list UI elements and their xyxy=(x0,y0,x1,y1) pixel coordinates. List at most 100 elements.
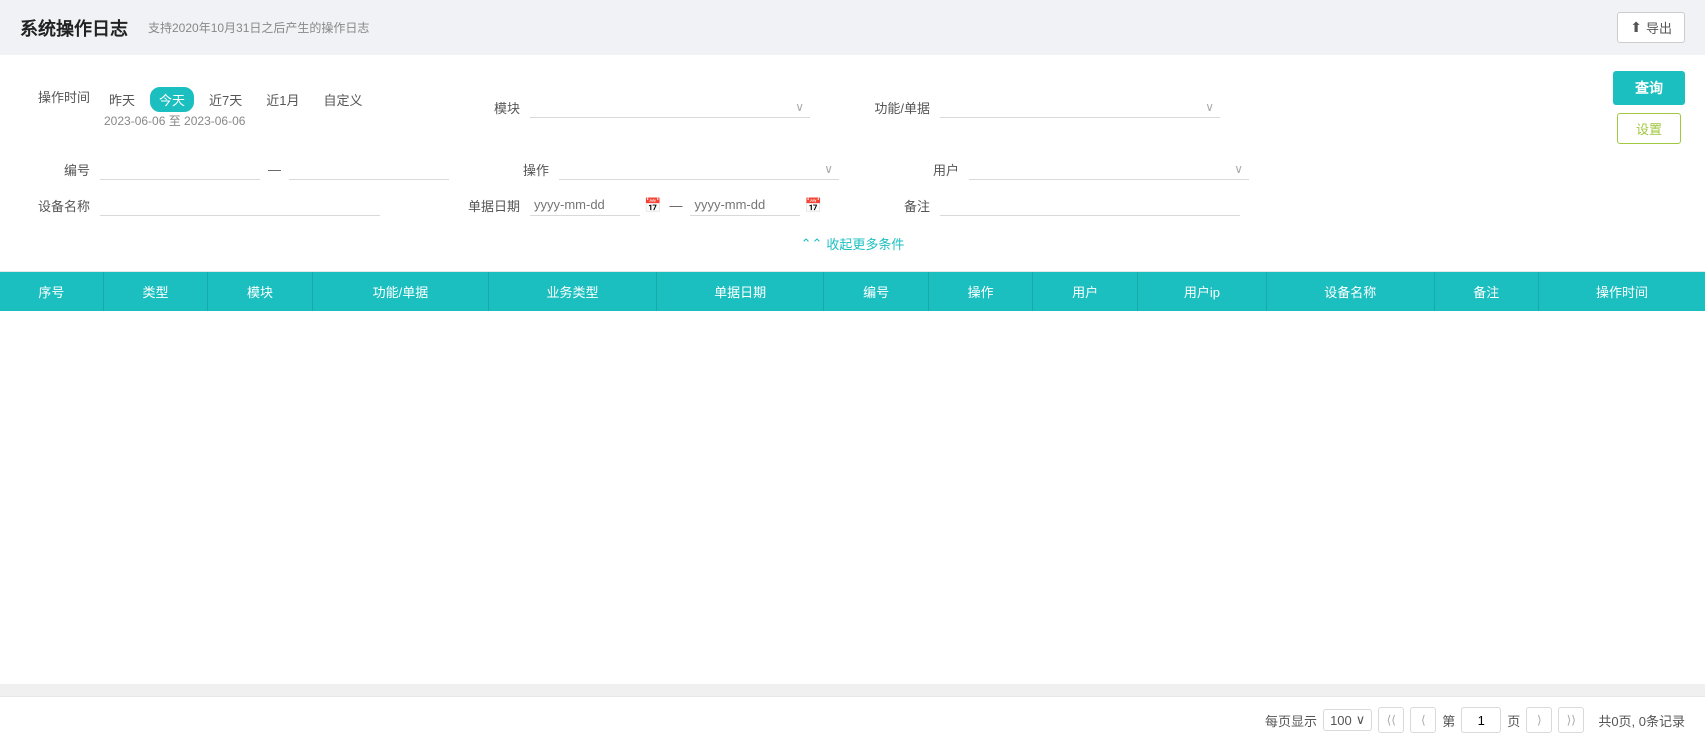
module-label: 模块 xyxy=(450,98,520,117)
time-options-block: 昨天 今天 近7天 近1月 自定义 2023-06-06 至 2023-06-0… xyxy=(100,87,372,129)
horizontal-scrollbar[interactable] xyxy=(0,684,1705,696)
page-size-dropdown[interactable]: 100 ∨ xyxy=(1323,709,1372,731)
time-btn-custom[interactable]: 自定义 xyxy=(315,87,372,112)
last-page-icon: ⟩⟩ xyxy=(1567,713,1576,727)
remark-input[interactable] xyxy=(940,194,1240,216)
filter-row-2: 编号 — 操作 ∨ 用户 ∨ xyxy=(20,158,1685,180)
module-select[interactable]: ∨ xyxy=(530,97,810,118)
device-input[interactable] xyxy=(100,194,380,216)
device-filter: 设备名称 xyxy=(20,194,420,216)
table-header: 序号 类型 模块 功能/单据 业务类型 单据日期 编号 操作 用户 用户ip 设… xyxy=(0,272,1705,311)
number-filter: 编号 — xyxy=(20,158,449,180)
user-select[interactable]: ∨ xyxy=(969,159,1249,180)
first-page-icon: ⟨⟨ xyxy=(1387,713,1396,727)
collapse-label: 收起更多条件 xyxy=(826,234,904,253)
function-filter: 功能/单据 ∨ xyxy=(860,97,1593,118)
date-dash: — xyxy=(669,198,682,213)
date-end-input[interactable] xyxy=(690,194,800,216)
page-subtitle: 支持2020年10月31日之后产生的操作日志 xyxy=(148,19,369,36)
filter-row-1: 操作时间 昨天 今天 近7天 近1月 自定义 2023-06-06 至 2023… xyxy=(20,71,1685,144)
time-options-row: 昨天 今天 近7天 近1月 自定义 xyxy=(100,87,372,112)
page-number-input[interactable] xyxy=(1461,707,1501,733)
time-filter-block: 操作时间 昨天 今天 近7天 近1月 自定义 2023-06-06 至 2023… xyxy=(20,87,420,129)
empty-area xyxy=(0,311,1705,611)
user-chevron-icon: ∨ xyxy=(1234,162,1243,176)
device-label: 设备名称 xyxy=(20,196,90,215)
next-page-button[interactable]: ⟩ xyxy=(1526,707,1552,733)
col-function: 功能/单据 xyxy=(312,272,488,311)
last-page-button[interactable]: ⟩⟩ xyxy=(1558,707,1584,733)
operation-label: 操作 xyxy=(479,160,549,179)
operation-time-label: 操作时间 xyxy=(20,87,90,106)
page-prefix: 第 xyxy=(1442,711,1455,730)
col-business-type: 业务类型 xyxy=(489,272,657,311)
header-left: 系统操作日志 支持2020年10月31日之后产生的操作日志 xyxy=(20,15,369,41)
export-button[interactable]: ⬆ 导出 xyxy=(1617,12,1685,43)
pagination-bar: 每页显示 100 ∨ ⟨⟨ ⟨ 第 页 ⟩ ⟩⟩ 共0页, 0条记录 xyxy=(0,696,1705,743)
col-op-time: 操作时间 xyxy=(1539,272,1705,311)
data-table: 序号 类型 模块 功能/单据 业务类型 单据日期 编号 操作 用户 用户ip 设… xyxy=(0,272,1705,311)
time-btn-7days[interactable]: 近7天 xyxy=(200,87,251,112)
number-dash: — xyxy=(268,162,281,177)
total-info: 共0页, 0条记录 xyxy=(1598,711,1685,730)
operation-chevron-icon: ∨ xyxy=(824,162,833,176)
operation-filter: 操作 ∨ xyxy=(479,159,859,180)
scrollbar-inner xyxy=(0,684,1600,685)
prev-page-icon: ⟨ xyxy=(1421,713,1426,727)
user-filter: 用户 ∨ xyxy=(889,159,1525,180)
collapse-button[interactable]: ⌃⌃ 收起更多条件 xyxy=(801,234,905,253)
next-page-icon: ⟩ xyxy=(1537,713,1542,727)
prev-page-button[interactable]: ⟨ xyxy=(1410,707,1436,733)
page-size-chevron: ∨ xyxy=(1356,712,1366,728)
number-input-end[interactable] xyxy=(289,158,449,180)
calendar-icon-1[interactable]: 📅 xyxy=(644,197,661,214)
time-btn-yesterday[interactable]: 昨天 xyxy=(100,87,144,112)
filter-area: 操作时间 昨天 今天 近7天 近1月 自定义 2023-06-06 至 2023… xyxy=(0,55,1705,272)
col-user-ip: 用户ip xyxy=(1137,272,1266,311)
col-operation: 操作 xyxy=(928,272,1032,311)
export-label: 导出 xyxy=(1646,18,1672,37)
collapse-row: ⌃⌃ 收起更多条件 xyxy=(20,230,1685,261)
remark-filter: 备注 xyxy=(860,194,1525,216)
col-module: 模块 xyxy=(208,272,312,311)
filter-row-3: 设备名称 单据日期 📅 — 📅 备注 xyxy=(20,194,1685,216)
col-device: 设备名称 xyxy=(1266,272,1434,311)
table-header-row: 序号 类型 模块 功能/单据 业务类型 单据日期 编号 操作 用户 用户ip 设… xyxy=(0,272,1705,311)
settings-button[interactable]: 设置 xyxy=(1617,113,1681,144)
document-date-filter: 单据日期 📅 — 📅 xyxy=(450,194,830,216)
number-label: 编号 xyxy=(20,160,90,179)
col-doc-date: 单据日期 xyxy=(656,272,824,311)
col-index: 序号 xyxy=(0,272,103,311)
action-buttons: 查询 设置 xyxy=(1613,71,1685,144)
collapse-icon: ⌃⌃ xyxy=(801,236,823,252)
function-label: 功能/单据 xyxy=(860,98,930,117)
page-suffix: 页 xyxy=(1507,711,1520,730)
export-icon: ⬆ xyxy=(1630,19,1642,36)
time-btn-1month[interactable]: 近1月 xyxy=(257,87,308,112)
document-date-label: 单据日期 xyxy=(450,196,520,215)
page-title: 系统操作日志 xyxy=(20,15,128,41)
per-page-label: 每页显示 xyxy=(1265,711,1317,730)
function-select[interactable]: ∨ xyxy=(940,97,1220,118)
user-label: 用户 xyxy=(889,160,959,179)
first-page-button[interactable]: ⟨⟨ xyxy=(1378,707,1404,733)
calendar-icon-2[interactable]: 📅 xyxy=(804,197,821,214)
col-remark: 备注 xyxy=(1434,272,1538,311)
page-header: 系统操作日志 支持2020年10月31日之后产生的操作日志 ⬆ 导出 xyxy=(0,0,1705,55)
function-chevron-icon: ∨ xyxy=(1205,100,1214,114)
query-button[interactable]: 查询 xyxy=(1613,71,1685,105)
page-size-value: 100 xyxy=(1330,713,1352,728)
col-number: 编号 xyxy=(824,272,928,311)
date-range-display: 2023-06-06 至 2023-06-06 xyxy=(104,112,372,129)
time-btn-today[interactable]: 今天 xyxy=(150,87,194,112)
module-chevron-icon: ∨ xyxy=(795,100,804,114)
module-filter: 模块 ∨ xyxy=(450,97,830,118)
col-type: 类型 xyxy=(103,272,207,311)
operation-select[interactable]: ∨ xyxy=(559,159,839,180)
number-input-start[interactable] xyxy=(100,158,260,180)
date-start-input[interactable] xyxy=(530,194,640,216)
col-user: 用户 xyxy=(1033,272,1137,311)
table-container: 序号 类型 模块 功能/单据 业务类型 单据日期 编号 操作 用户 用户ip 设… xyxy=(0,272,1705,684)
remark-label: 备注 xyxy=(860,196,930,215)
page-container: 系统操作日志 支持2020年10月31日之后产生的操作日志 ⬆ 导出 操作时间 … xyxy=(0,0,1705,743)
